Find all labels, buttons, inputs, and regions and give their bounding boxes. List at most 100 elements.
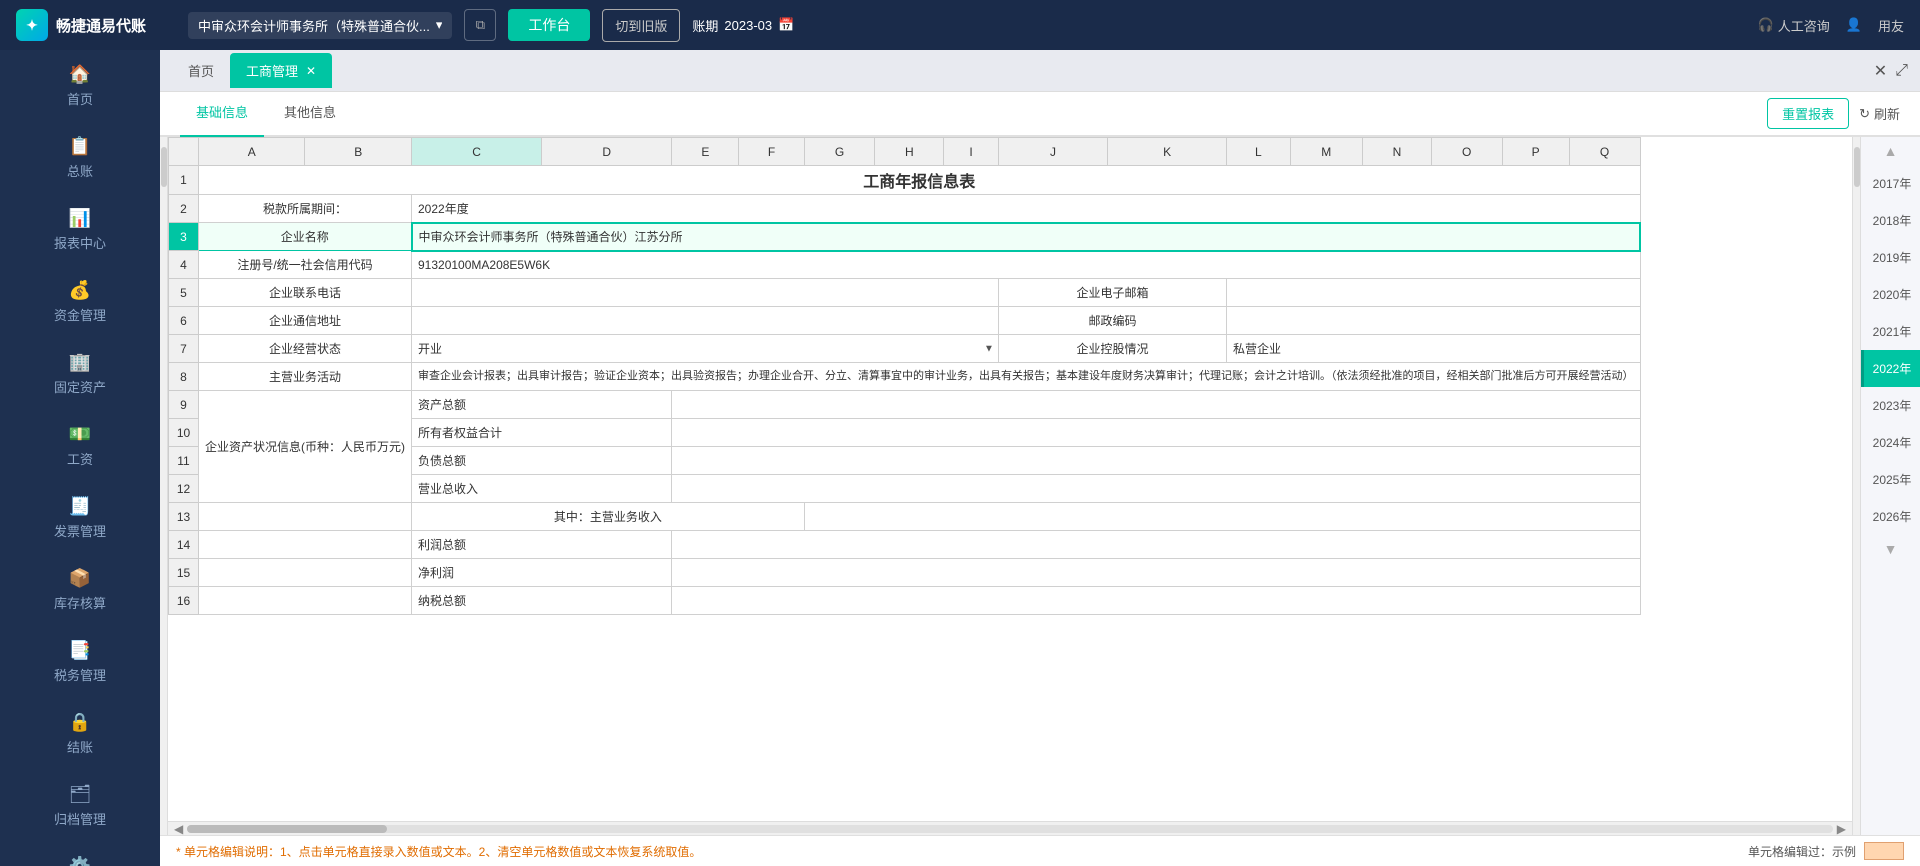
old-version-button[interactable]: 切到旧版 xyxy=(602,9,680,42)
year-nav-up[interactable]: ▲ xyxy=(1861,137,1920,165)
sidebar-label-tax: 税务管理 xyxy=(54,665,106,684)
sub-tab-basic[interactable]: 基础信息 xyxy=(180,92,264,137)
cell-15-label: 净利润 xyxy=(412,559,672,587)
h-scroll-track[interactable] xyxy=(187,825,1833,833)
year-nav-down[interactable]: ▼ xyxy=(1861,535,1920,563)
cell-4-value[interactable]: 91320100MA208E5W6K xyxy=(412,251,1641,279)
tab-business-management[interactable]: 工商管理 ✕ xyxy=(230,53,332,88)
year-item-2026[interactable]: 2026年 xyxy=(1861,498,1920,535)
col-j: J xyxy=(998,138,1107,166)
cell-11-value[interactable] xyxy=(672,447,1640,475)
workbench-button[interactable]: 工作台 xyxy=(508,9,590,41)
table-row: 5 企业联系电话 企业电子邮箱 xyxy=(169,279,1641,307)
year-item-2018[interactable]: 2018年 xyxy=(1861,202,1920,239)
user-label[interactable]: 用友 xyxy=(1878,16,1904,35)
cell-9-label: 资产总额 xyxy=(412,391,672,419)
sidebar-label-invoice: 发票管理 xyxy=(54,521,106,540)
year-item-2020[interactable]: 2020年 xyxy=(1861,276,1920,313)
sidebar-item-inventory[interactable]: 📦 库存核算 xyxy=(0,554,160,626)
table-row: 1 工商年报信息表 xyxy=(169,166,1641,195)
cell-10-value[interactable] xyxy=(672,419,1640,447)
year-item-2017[interactable]: 2017年 xyxy=(1861,165,1920,202)
year-item-2024[interactable]: 2024年 xyxy=(1861,424,1920,461)
cell-7-control[interactable]: 私营企业 xyxy=(1227,335,1641,363)
table-row: 4 注册号/统一社会信用代码 91320100MA208E5W6K xyxy=(169,251,1641,279)
sidebar-item-archive[interactable]: 🗂 归档管理 xyxy=(0,770,160,842)
cell-5-phone[interactable] xyxy=(412,279,999,307)
sidebar-item-settings[interactable]: ⚙️ 设置 xyxy=(0,842,160,866)
h-scrollbar[interactable]: ◀ ▶ xyxy=(168,821,1852,835)
tab-home[interactable]: 首页 xyxy=(172,53,230,88)
tab-close-icon[interactable]: ✕ xyxy=(306,64,316,78)
col-a: A xyxy=(199,138,305,166)
sidebar-label-report: 报表中心 xyxy=(54,233,106,252)
cell-10-label: 所有者权益合计 xyxy=(412,419,672,447)
cell-title[interactable]: 工商年报信息表 xyxy=(199,166,1641,195)
year-item-2019[interactable]: 2019年 xyxy=(1861,239,1920,276)
cell-13-value[interactable] xyxy=(804,503,1640,531)
sidebar-item-salary[interactable]: 💵 工资 xyxy=(0,410,160,482)
spreadsheet-table: A B C D E F G H I J xyxy=(168,137,1641,615)
v-scrollbar-right[interactable] xyxy=(1852,137,1860,835)
consult-button[interactable]: 🎧 人工咨询 xyxy=(1758,16,1830,35)
refresh-label: 刷新 xyxy=(1874,104,1900,123)
year-item-2021[interactable]: 2021年 xyxy=(1861,313,1920,350)
scroll-right-arrow[interactable]: ▶ xyxy=(1833,822,1850,836)
sub-tab-other[interactable]: 其他信息 xyxy=(268,92,352,137)
sidebar-label-asset: 固定资产 xyxy=(54,377,106,396)
cell-8-value[interactable]: 审查企业会计报表；出具审计报告；验证企业资本；出具验资报告；办理企业合开、分立、… xyxy=(412,363,1641,391)
year-item-2023[interactable]: 2023年 xyxy=(1861,387,1920,424)
tax-icon: 📑 xyxy=(69,640,91,661)
reset-report-button[interactable]: 重置报表 xyxy=(1767,98,1849,129)
scroll-left-arrow[interactable]: ◀ xyxy=(170,822,187,836)
col-l: L xyxy=(1227,138,1291,166)
cell-3-value[interactable]: 中审众环会计师事务所（特殊普通合伙）江苏分所 xyxy=(412,223,1641,251)
spreadsheet-container[interactable]: A B C D E F G H I J xyxy=(168,137,1852,821)
sidebar-item-close[interactable]: 🔒 结账 xyxy=(0,698,160,770)
sidebar-label-home: 首页 xyxy=(67,89,93,108)
refresh-button[interactable]: ↻ 刷新 xyxy=(1859,104,1900,123)
close-window-button[interactable]: ✕ xyxy=(1874,61,1887,81)
close-account-icon: 🔒 xyxy=(69,712,91,733)
cell-9-value[interactable] xyxy=(672,391,1640,419)
col-k: K xyxy=(1108,138,1227,166)
cell-14-value[interactable] xyxy=(672,531,1640,559)
tab-bar: 首页 工商管理 ✕ ✕ ⤢ xyxy=(160,50,1920,92)
sidebar-item-home[interactable]: 🏠 首页 xyxy=(0,50,160,122)
company-selector[interactable]: 中审众环会计师事务所（特殊普通合伙... ▾ xyxy=(188,12,452,39)
cell-2-label: 税款所属期间： xyxy=(199,195,412,223)
copy-button[interactable]: ⧉ xyxy=(464,9,496,41)
calendar-icon[interactable]: 📅 xyxy=(778,17,794,33)
cell-6-zip[interactable] xyxy=(1227,307,1641,335)
sidebar-item-asset[interactable]: 🏢 固定资产 xyxy=(0,338,160,410)
cell-12-value[interactable] xyxy=(672,475,1640,503)
asset-icon: 🏢 xyxy=(69,352,91,373)
maximize-button[interactable]: ⤢ xyxy=(1895,62,1908,80)
sidebar-item-finance[interactable]: 💰 资金管理 xyxy=(0,266,160,338)
sidebar-item-report[interactable]: 📊 报表中心 xyxy=(0,194,160,266)
sidebar-item-ledger[interactable]: 📋 总账 xyxy=(0,122,160,194)
cell-5-email-label: 企业电子邮箱 xyxy=(998,279,1226,307)
row-num-3: 3 xyxy=(169,223,199,251)
cell-16-label: 纳税总额 xyxy=(412,587,672,615)
cell-16-value[interactable] xyxy=(672,587,1640,615)
table-row: 9 企业资产状况信息(币种：人民币万元) 资产总额 xyxy=(169,391,1641,419)
year-item-2025[interactable]: 2025年 xyxy=(1861,461,1920,498)
h-scroll-thumb[interactable] xyxy=(187,825,387,833)
year-item-2022[interactable]: 2022年 xyxy=(1861,350,1920,387)
cell-13-label: 其中：主营业务收入 xyxy=(412,503,805,531)
cell-4-label: 注册号/统一社会信用代码 xyxy=(199,251,412,279)
tab-active-label: 工商管理 xyxy=(246,61,298,80)
cell-15-value[interactable] xyxy=(672,559,1640,587)
cell-11-label: 负债总额 xyxy=(412,447,672,475)
sidebar-item-invoice[interactable]: 🧾 发票管理 xyxy=(0,482,160,554)
v-scrollbar-left[interactable] xyxy=(160,137,168,835)
cell-2-value[interactable]: 2022年度 xyxy=(412,195,1641,223)
cell-6-address[interactable] xyxy=(412,307,999,335)
user-icon: 👤 xyxy=(1846,17,1862,33)
row-num-5: 5 xyxy=(169,279,199,307)
cell-7-status[interactable]: 开业 ▼ xyxy=(412,335,999,363)
cell-5-email[interactable] xyxy=(1227,279,1641,307)
sidebar-item-tax[interactable]: 📑 税务管理 xyxy=(0,626,160,698)
tab-home-label: 首页 xyxy=(188,61,214,80)
